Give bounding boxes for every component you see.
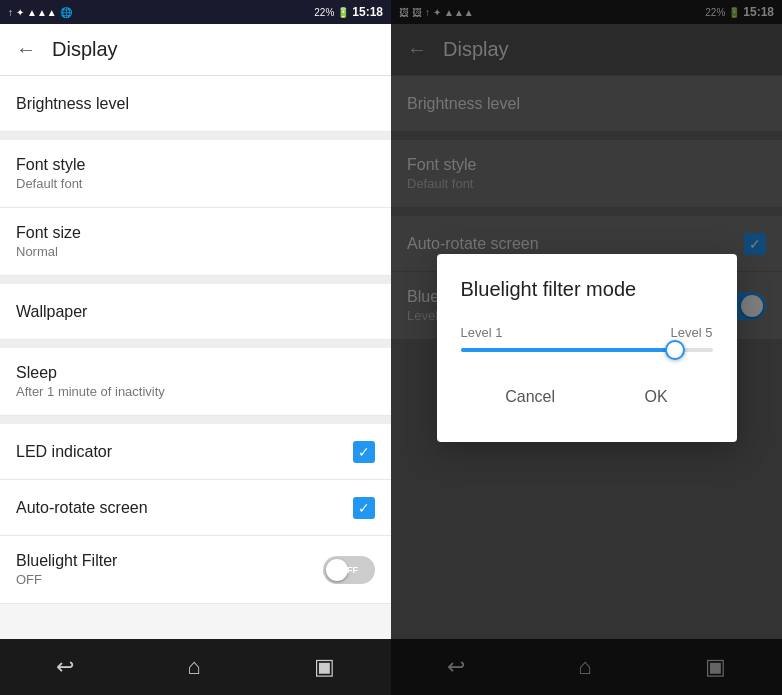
left-panel: ↑ ✦ ▲▲▲ 🌐 22% 🔋 15:18 ← Display Brightne… [0, 0, 391, 695]
slider-fill [461, 348, 675, 352]
wallpaper-item[interactable]: Wallpaper [0, 284, 391, 340]
slider-max-label: Level 5 [671, 325, 713, 340]
sleep-sublabel: After 1 minute of inactivity [16, 384, 375, 399]
bluetooth-icon: ✦ [16, 7, 24, 18]
recent-nav-button[interactable]: ▣ [298, 646, 351, 688]
modal-title: Bluelight filter mode [461, 278, 713, 301]
bluelight-label: Bluelight Filter [16, 552, 323, 570]
auto-rotate-checkbox[interactable]: ✓ [353, 497, 375, 519]
battery-icon: 🔋 [337, 7, 349, 18]
left-settings-list: Brightness level Font style Default font… [0, 76, 391, 639]
left-time: 15:18 [352, 5, 383, 19]
brightness-label: Brightness level [16, 95, 375, 113]
modal-actions: Cancel OK [461, 376, 713, 418]
home-nav-button[interactable]: ⌂ [171, 646, 216, 688]
left-page-title: Display [52, 38, 118, 61]
modal-overlay[interactable]: Bluelight filter mode Level 1 Level 5 Ca… [391, 0, 782, 695]
auto-rotate-item[interactable]: Auto-rotate screen ✓ [0, 480, 391, 536]
slider-track[interactable] [461, 348, 713, 352]
back-nav-button[interactable]: ↩ [40, 646, 90, 688]
wallpaper-label: Wallpaper [16, 303, 375, 321]
wifi-icon: 🌐 [60, 7, 72, 18]
sleep-item[interactable]: Sleep After 1 minute of inactivity [0, 348, 391, 416]
cancel-button[interactable]: Cancel [481, 376, 579, 418]
ok-button[interactable]: OK [621, 376, 692, 418]
font-style-label: Font style [16, 156, 375, 174]
battery-percent: 22% [314, 7, 334, 18]
bluelight-filter-modal: Bluelight filter mode Level 1 Level 5 Ca… [437, 254, 737, 442]
right-panel: 🖼 🖼 ↑ ✦ ▲▲▲ 22% 🔋 15:18 ← Display Bright… [391, 0, 782, 695]
auto-rotate-label: Auto-rotate screen [16, 499, 353, 517]
left-status-bar: ↑ ✦ ▲▲▲ 🌐 22% 🔋 15:18 [0, 0, 391, 24]
left-status-right-icons: 22% 🔋 15:18 [314, 5, 383, 19]
divider-2 [0, 276, 391, 284]
bluelight-sublabel: OFF [16, 572, 323, 587]
bluelight-toggle[interactable]: OFF [323, 556, 375, 584]
sleep-label: Sleep [16, 364, 375, 382]
font-size-sublabel: Normal [16, 244, 375, 259]
divider-1 [0, 132, 391, 140]
toggle-off-label: OFF [340, 565, 358, 575]
upload-icon: ↑ [8, 7, 13, 18]
left-back-button[interactable]: ← [16, 38, 36, 61]
led-item[interactable]: LED indicator ✓ [0, 424, 391, 480]
divider-3 [0, 340, 391, 348]
font-size-label: Font size [16, 224, 375, 242]
font-style-sublabel: Default font [16, 176, 375, 191]
left-toolbar: ← Display [0, 24, 391, 76]
signal-icon: ▲▲▲ [27, 7, 57, 18]
brightness-item[interactable]: Brightness level [0, 76, 391, 132]
left-status-left-icons: ↑ ✦ ▲▲▲ 🌐 [8, 7, 72, 18]
slider-thumb[interactable] [665, 340, 685, 360]
divider-4 [0, 416, 391, 424]
led-label: LED indicator [16, 443, 353, 461]
font-style-item[interactable]: Font style Default font [0, 140, 391, 208]
modal-slider-labels: Level 1 Level 5 [461, 325, 713, 340]
left-bottom-nav: ↩ ⌂ ▣ [0, 639, 391, 695]
led-checkbox[interactable]: ✓ [353, 441, 375, 463]
bluelight-item[interactable]: Bluelight Filter OFF OFF [0, 536, 391, 604]
slider-min-label: Level 1 [461, 325, 503, 340]
font-size-item[interactable]: Font size Normal [0, 208, 391, 276]
